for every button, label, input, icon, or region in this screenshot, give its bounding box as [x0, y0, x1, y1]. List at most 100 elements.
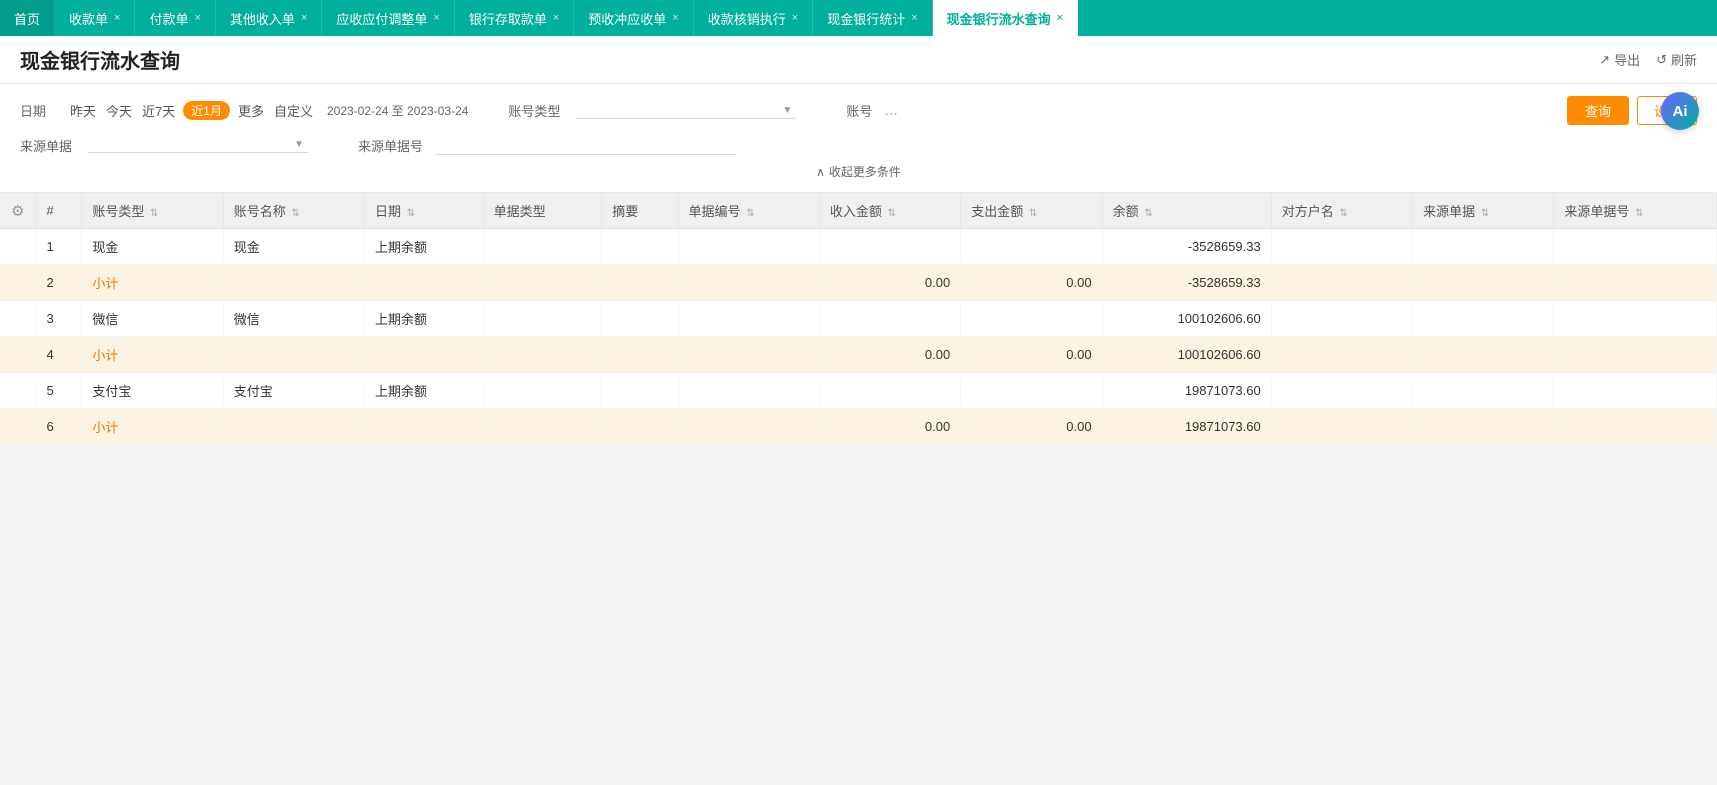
col-account-type[interactable]: 账号类型 ⇅ [82, 193, 223, 229]
col-doc-no-label: 单据编号 [689, 204, 741, 219]
cell-source-doc [1413, 265, 1554, 301]
cell-gear [0, 373, 36, 409]
cell-summary [602, 409, 678, 445]
cell-source-doc [1413, 229, 1554, 265]
sort-arrows-income: ⇅ [888, 208, 896, 219]
source-doc-select[interactable]: ▼ [88, 137, 308, 153]
close-icon[interactable]: × [433, 12, 439, 24]
cell-expense: 0.00 [961, 265, 1102, 301]
sort-arrows-account-type: ⇅ [150, 208, 158, 219]
col-source-doc-no-label: 来源单据号 [1564, 204, 1629, 219]
sort-arrows-counterparty: ⇅ [1339, 208, 1347, 219]
col-date[interactable]: 日期 ⇅ [365, 193, 484, 229]
cell-doc-no [678, 229, 819, 265]
cell-gear [0, 409, 36, 445]
col-income[interactable]: 收入金额 ⇅ [819, 193, 960, 229]
cell-date [365, 409, 484, 445]
cell-source-doc-no [1554, 409, 1717, 445]
col-account-name[interactable]: 账号名称 ⇅ [223, 193, 364, 229]
cell-summary [602, 229, 678, 265]
cell-counterparty [1271, 265, 1412, 301]
collapse-label: 收起更多条件 [829, 163, 901, 180]
cell-num: 6 [36, 409, 82, 445]
cell-source-doc-no [1554, 301, 1717, 337]
col-doc-no[interactable]: 单据编号 ⇅ [678, 193, 819, 229]
close-icon[interactable]: × [553, 12, 559, 24]
page-title: 现金银行流水查询 [20, 45, 180, 74]
cell-doc-type [483, 265, 602, 301]
today-btn[interactable]: 今天 [104, 101, 134, 120]
cell-date: 上期余额 [365, 229, 484, 265]
source-doc-no-input[interactable] [440, 137, 732, 152]
custom-btn[interactable]: 自定义 [272, 101, 315, 120]
collapse-button[interactable]: ∧ 收起更多条件 [20, 159, 1697, 182]
nav-xianjinliushui[interactable]: 现金银行流水查询 × [933, 0, 1078, 36]
nav-yingshouyingfu[interactable]: 应收应付调整单 × [322, 0, 454, 36]
close-icon[interactable]: × [301, 12, 307, 24]
account-dots-button[interactable]: ... [884, 102, 897, 120]
col-expense[interactable]: 支出金额 ⇅ [961, 193, 1102, 229]
gear-icon[interactable]: ⚙ [11, 203, 24, 220]
more-btn[interactable]: 更多 [236, 101, 266, 120]
nav-item-label: 现金银行流水查询 [947, 9, 1051, 28]
cell-income [819, 229, 960, 265]
col-balance[interactable]: 余额 ⇅ [1102, 193, 1271, 229]
close-icon[interactable]: × [194, 12, 200, 24]
account-type-select[interactable]: ▼ [576, 103, 796, 119]
page-header: 现金银行流水查询 ↗ 导出 ↺ 刷新 [0, 36, 1717, 84]
cell-counterparty [1271, 409, 1412, 445]
col-summary: 摘要 [602, 193, 678, 229]
ai-assistant-button[interactable]: Ai [1661, 92, 1699, 130]
refresh-button[interactable]: ↺ 刷新 [1656, 50, 1697, 69]
refresh-icon: ↺ [1656, 52, 1667, 68]
nav-shoukuandan[interactable]: 收款单 × [55, 0, 135, 36]
cell-expense: 0.00 [961, 337, 1102, 373]
cell-balance: 100102606.60 [1102, 301, 1271, 337]
export-button[interactable]: ↗ 导出 [1599, 50, 1640, 69]
filter-row-1: 日期 昨天 今天 近7天 近1月 更多 自定义 2023-02-24 至 202… [20, 96, 1697, 125]
refresh-label: 刷新 [1671, 50, 1697, 69]
cell-balance: 19871073.60 [1102, 409, 1271, 445]
query-button[interactable]: 查询 [1567, 96, 1629, 125]
close-icon[interactable]: × [1057, 12, 1063, 24]
nav-xianjinyinhangtongji[interactable]: 现金银行统计 × [813, 0, 932, 36]
close-icon[interactable]: × [792, 12, 798, 24]
nav-home-label: 首页 [14, 9, 40, 28]
cell-summary [602, 301, 678, 337]
col-gear[interactable]: ⚙ [0, 193, 36, 229]
cell-expense [961, 229, 1102, 265]
cell-account-type: 小计 [82, 409, 223, 445]
col-counterparty[interactable]: 对方户名 ⇅ [1271, 193, 1412, 229]
last7-btn[interactable]: 近7天 [140, 101, 177, 120]
cell-num: 4 [36, 337, 82, 373]
cell-account-type: 微信 [82, 301, 223, 337]
col-num: # [36, 193, 82, 229]
table-row: 5支付宝支付宝上期余额19871073.60 [0, 373, 1717, 409]
cell-account-type: 小计 [82, 265, 223, 301]
close-icon[interactable]: × [114, 12, 120, 24]
account-type-label: 账号类型 [508, 101, 568, 120]
last1m-btn[interactable]: 近1月 [183, 101, 230, 120]
col-source-doc-no[interactable]: 来源单据号 ⇅ [1554, 193, 1717, 229]
cell-expense: 0.00 [961, 409, 1102, 445]
table-row: 2小计0.000.00-3528659.33 [0, 265, 1717, 301]
cell-num: 1 [36, 229, 82, 265]
col-source-doc[interactable]: 来源单据 ⇅ [1413, 193, 1554, 229]
nav-fukuandan[interactable]: 付款单 × [135, 0, 215, 36]
close-icon[interactable]: × [672, 12, 678, 24]
col-doc-type: 单据类型 [483, 193, 602, 229]
nav-shoukuanhexiao[interactable]: 收款核销执行 × [694, 0, 813, 36]
nav-home[interactable]: 首页 [0, 0, 55, 36]
cell-account-name [223, 409, 364, 445]
nav-yushouzhong[interactable]: 预收冲应收单 × [574, 0, 693, 36]
table-header-row: ⚙ # 账号类型 ⇅ 账号名称 ⇅ 日期 ⇅ 单据类型 摘要 单据编 [0, 193, 1717, 229]
nav-yinhangcunqu[interactable]: 银行存取款单 × [455, 0, 574, 36]
nav-qitashourU[interactable]: 其他收入单 × [216, 0, 322, 36]
cell-account-name [223, 337, 364, 373]
cell-doc-no [678, 265, 819, 301]
account-type-dropdown-icon: ▼ [783, 105, 793, 116]
yesterday-btn[interactable]: 昨天 [68, 101, 98, 120]
table-row: 4小计0.000.00100102606.60 [0, 337, 1717, 373]
close-icon[interactable]: × [911, 12, 917, 24]
col-expense-label: 支出金额 [971, 204, 1023, 219]
